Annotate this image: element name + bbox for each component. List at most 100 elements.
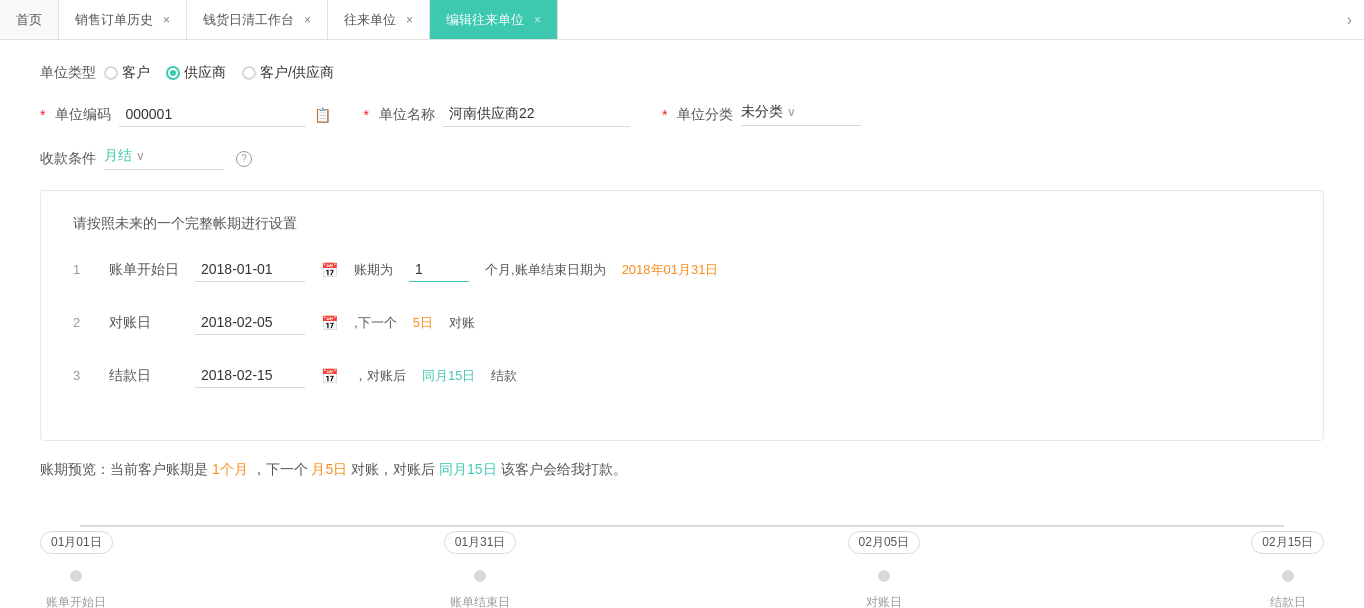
tab-edit-partner-close[interactable]: ×	[534, 13, 541, 27]
timeline-nodes: 01月01日 账单开始日 01月31日 账单结束日 02月05日 对账日 02月…	[40, 531, 1324, 608]
payment-terms-value: 月结	[104, 147, 132, 165]
setting-desc-1-pre: 账期为	[354, 261, 393, 279]
setting-num-1: 1	[73, 262, 93, 277]
timeline-label-3: 结款日	[1270, 594, 1306, 608]
radio-customer[interactable]: 客户	[104, 64, 150, 82]
setting-row-1: 1 账单开始日 📅 账期为 个月,账单结束日期为 2018年01月31日	[73, 257, 1291, 282]
preview-period: 1个月	[212, 461, 248, 477]
setting-row-2: 2 对账日 📅 ,下一个 5日 对账	[73, 310, 1291, 335]
tab-home[interactable]: 首页	[0, 0, 59, 39]
tab-sales-order[interactable]: 销售订单历史 ×	[59, 0, 187, 39]
page-content: 单位类型 客户 供应商 客户/供应商 * 单位编码	[0, 40, 1364, 608]
timeline-dot-0	[70, 570, 82, 582]
payment-terms-dropdown[interactable]: 月结 ∨	[104, 147, 224, 170]
tab-edit-partner[interactable]: 编辑往来单位 ×	[430, 0, 558, 39]
period-input[interactable]	[409, 257, 469, 282]
tab-partner[interactable]: 往来单位 ×	[328, 0, 430, 39]
tab-cash-work[interactable]: 钱货日清工作台 ×	[187, 0, 328, 39]
setting-desc-2-pre: ,下一个	[354, 314, 397, 332]
payment-date-input[interactable]	[195, 363, 305, 388]
setting-label-3: 结款日	[109, 367, 179, 385]
unit-type-radio-group: 客户 供应商 客户/供应商	[104, 64, 334, 82]
start-date-input[interactable]	[195, 257, 305, 282]
timeline: 01月01日 账单开始日 01月31日 账单结束日 02月05日 对账日 02月…	[40, 511, 1324, 608]
settings-box: 请按照未来的一个完整帐期进行设置 1 账单开始日 📅 账期为 个月,账单结束日期…	[40, 190, 1324, 441]
unit-name-field: * 单位名称	[363, 102, 629, 127]
radio-both-circle	[242, 66, 256, 80]
tab-cash-work-label: 钱货日清工作台	[203, 11, 294, 29]
timeline-badge-1: 01月31日	[444, 531, 517, 554]
unit-type-label: 单位类型	[40, 64, 96, 82]
radio-supplier-circle	[166, 66, 180, 80]
tab-partner-close[interactable]: ×	[406, 13, 413, 27]
preview-prefix: 账期预览：当前客户账期是	[40, 461, 208, 477]
preview-payment: 同月15日	[439, 461, 497, 477]
preview-suffix: 该客户会给我打款。	[501, 461, 627, 477]
timeline-dot-1	[474, 570, 486, 582]
tab-home-label: 首页	[16, 11, 42, 29]
timeline-node-0: 01月01日 账单开始日	[40, 531, 113, 608]
setting-label-1: 账单开始日	[109, 261, 179, 279]
preview-sep1: ，下一个	[252, 461, 308, 477]
unit-code-star: *	[40, 107, 45, 123]
preview-sep2: 对账，对账后	[351, 461, 435, 477]
setting-desc-3-post: 结款	[491, 367, 517, 385]
radio-both-label: 客户/供应商	[260, 64, 334, 82]
unit-category-star: *	[662, 107, 667, 123]
unit-category-dropdown[interactable]: 未分类 ∨	[741, 103, 861, 126]
payment-terms-help-icon[interactable]: ?	[236, 151, 252, 167]
timeline-badge-0: 01月01日	[40, 531, 113, 554]
setting-num-3: 3	[73, 368, 93, 383]
radio-customer-circle	[104, 66, 118, 80]
timeline-dot-2	[878, 570, 890, 582]
unit-code-input[interactable]	[119, 102, 306, 127]
timeline-label-0: 账单开始日	[46, 594, 106, 608]
tab-sales-order-label: 销售订单历史	[75, 11, 153, 29]
unit-name-star: *	[363, 107, 368, 123]
reconcile-date-cal-icon[interactable]: 📅	[321, 315, 338, 331]
tab-cash-work-close[interactable]: ×	[304, 13, 311, 27]
timeline-node-3: 02月15日 结款日	[1251, 531, 1324, 608]
unit-name-label: 单位名称	[379, 106, 435, 124]
payment-terms-field: 收款条件 月结 ∨ ?	[40, 147, 252, 170]
radio-supplier-label: 供应商	[184, 64, 226, 82]
unit-code-label: 单位编码	[55, 106, 111, 124]
unit-category-value: 未分类	[741, 103, 783, 121]
setting-end-date: 2018年01月31日	[622, 261, 719, 279]
tab-more-button[interactable]: ›	[1335, 0, 1364, 39]
preview-text: 账期预览：当前客户账期是 1个月 ，下一个 月5日 对账，对账后 同月15日 该…	[40, 461, 1324, 479]
unit-type-row: 单位类型 客户 供应商 客户/供应商	[40, 64, 1324, 82]
unit-info-row: * 单位编码 📋 * 单位名称 * 单位分类 未分类 ∨	[40, 102, 1324, 127]
start-date-cal-icon[interactable]: 📅	[321, 262, 338, 278]
payment-terms-arrow-icon: ∨	[136, 149, 145, 163]
reconcile-date-input[interactable]	[195, 310, 305, 335]
tab-edit-partner-label: 编辑往来单位	[446, 11, 524, 29]
radio-supplier[interactable]: 供应商	[166, 64, 226, 82]
unit-category-label: 单位分类	[677, 106, 733, 124]
setting-desc-2-post: 对账	[449, 314, 475, 332]
setting-num-2: 2	[73, 315, 93, 330]
settings-title: 请按照未来的一个完整帐期进行设置	[73, 215, 1291, 233]
unit-type-field: 单位类型 客户 供应商 客户/供应商	[40, 64, 334, 82]
preview-reconcile: 月5日	[311, 461, 347, 477]
unit-category-field: * 单位分类 未分类 ∨	[662, 103, 861, 126]
unit-category-arrow-icon: ∨	[787, 105, 796, 119]
unit-code-field: * 单位编码 📋	[40, 102, 331, 127]
setting-reconcile-highlight: 5日	[413, 314, 433, 332]
radio-customer-label: 客户	[122, 64, 150, 82]
setting-desc-1-mid: 个月,账单结束日期为	[485, 261, 606, 279]
payment-terms-row: 收款条件 月结 ∨ ?	[40, 147, 1324, 170]
radio-both[interactable]: 客户/供应商	[242, 64, 334, 82]
setting-desc-3-pre: ，对账后	[354, 367, 406, 385]
timeline-dot-3	[1282, 570, 1294, 582]
unit-code-copy-icon[interactable]: 📋	[314, 107, 331, 123]
setting-row-3: 3 结款日 📅 ，对账后 同月15日 结款	[73, 363, 1291, 388]
unit-name-input[interactable]	[443, 102, 630, 127]
tab-sales-order-close[interactable]: ×	[163, 13, 170, 27]
setting-payment-highlight: 同月15日	[422, 367, 475, 385]
payment-date-cal-icon[interactable]: 📅	[321, 368, 338, 384]
timeline-node-2: 02月05日 对账日	[848, 531, 921, 608]
tab-bar: 首页 销售订单历史 × 钱货日清工作台 × 往来单位 × 编辑往来单位 × ›	[0, 0, 1364, 40]
payment-terms-label: 收款条件	[40, 150, 96, 168]
timeline-node-1: 01月31日 账单结束日	[444, 531, 517, 608]
